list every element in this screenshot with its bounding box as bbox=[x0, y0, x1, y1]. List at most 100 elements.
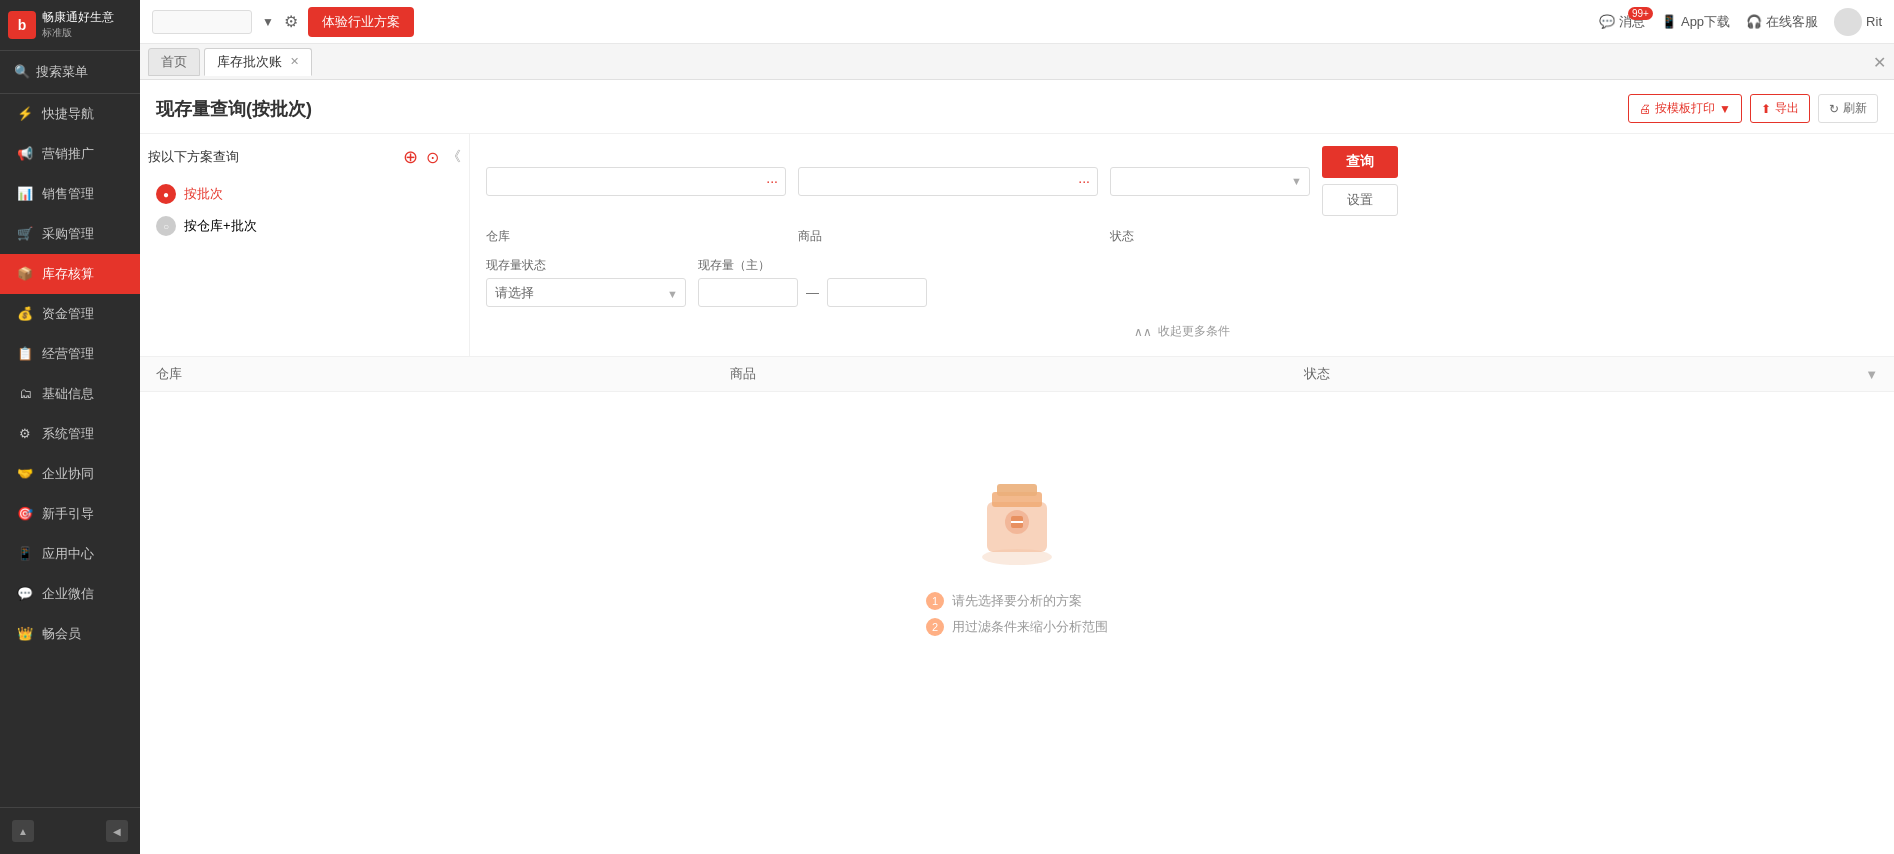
sidebar-item-finance[interactable]: 💰 资金管理 bbox=[0, 294, 140, 334]
filter-scheme-actions: ⊕ ⊙ 《 bbox=[403, 146, 461, 168]
sidebar: b 畅康通好生意 标准版 🔍 搜索菜单 ⚡ 快捷导航 📢 营销推广 bbox=[0, 0, 140, 854]
sidebar-item-operations[interactable]: 📋 经营管理 bbox=[0, 334, 140, 374]
topbar-dropdown-icon[interactable]: ▼ bbox=[262, 15, 274, 29]
refresh-label: 刷新 bbox=[1843, 100, 1867, 117]
sidebar-item-label: 系统管理 bbox=[42, 425, 94, 443]
app-download-button[interactable]: 📱 App下载 bbox=[1661, 13, 1730, 31]
print-icon: 🖨 bbox=[1639, 102, 1651, 116]
company-info: 畅康通好生意 标准版 bbox=[42, 10, 114, 40]
warehouse-label-row: 仓库 bbox=[486, 228, 786, 249]
filter-scheme-header: 按以下方案查询 ⊕ ⊙ 《 bbox=[148, 146, 461, 168]
sidebar-item-marketing[interactable]: 📢 营销推广 bbox=[0, 134, 140, 174]
product-input[interactable] bbox=[798, 167, 1098, 196]
sidebar-footer: ▲ ◀ bbox=[0, 807, 140, 854]
app-logo: b bbox=[8, 11, 36, 39]
scroll-down-button[interactable]: ◀ bbox=[106, 820, 128, 842]
sales-icon: 📊 bbox=[16, 185, 34, 203]
sidebar-item-label: 库存核算 bbox=[42, 265, 94, 283]
sidebar-item-sales[interactable]: 📊 销售管理 bbox=[0, 174, 140, 214]
warehouse-input[interactable] bbox=[486, 167, 786, 196]
product-search-icon[interactable]: ··· bbox=[1078, 173, 1090, 189]
sidebar-item-quick-nav[interactable]: ⚡ 快捷导航 bbox=[0, 94, 140, 134]
finance-icon: 💰 bbox=[16, 305, 34, 323]
sidebar-item-apps[interactable]: 📱 应用中心 bbox=[0, 534, 140, 574]
sidebar-item-label: 采购管理 bbox=[42, 225, 94, 243]
tab-inventory-batch-label: 库存批次账 bbox=[217, 53, 282, 71]
message-badge: 99+ bbox=[1628, 7, 1653, 20]
tabs-bar: 首页 库存批次账 ✕ ✕ bbox=[140, 44, 1894, 80]
system-icon: ⚙ bbox=[16, 425, 34, 443]
stock-status-select[interactable]: 请选择 bbox=[486, 278, 686, 307]
sidebar-item-purchase[interactable]: 🛒 采购管理 bbox=[0, 214, 140, 254]
message-button[interactable]: 💬 消息 99+ bbox=[1599, 13, 1645, 31]
scheme-collapse-icon[interactable]: 《 bbox=[447, 148, 461, 166]
stock-qty-from-input[interactable] bbox=[698, 278, 798, 307]
sidebar-item-label: 企业协同 bbox=[42, 465, 94, 483]
tab-home[interactable]: 首页 bbox=[148, 48, 200, 76]
warehouse-field: ··· bbox=[486, 167, 786, 196]
brand-search-input[interactable] bbox=[152, 10, 252, 34]
filter-area: 按以下方案查询 ⊕ ⊙ 《 ● 按批次 ○ 按仓库+批次 bbox=[140, 134, 1894, 356]
filter-scheme-panel: 按以下方案查询 ⊕ ⊙ 《 ● 按批次 ○ 按仓库+批次 bbox=[140, 134, 470, 356]
topbar-settings-icon[interactable]: ⚙ bbox=[284, 12, 298, 31]
export-label: 导出 bbox=[1775, 100, 1799, 117]
print-dropdown-icon[interactable]: ▼ bbox=[1719, 102, 1731, 116]
inventory-icon: 📦 bbox=[16, 265, 34, 283]
scheme-item-by-batch[interactable]: ● 按批次 bbox=[148, 178, 461, 210]
settings-button[interactable]: 设置 bbox=[1322, 184, 1398, 216]
status-select[interactable] bbox=[1110, 167, 1310, 196]
add-scheme-icon[interactable]: ⊕ bbox=[403, 146, 418, 168]
stock-status-field: 现存量状态 请选择 ▼ bbox=[486, 257, 686, 307]
collapse-up-icon: ∧∧ bbox=[1134, 325, 1152, 339]
online-service-label: 在线客服 bbox=[1766, 13, 1818, 31]
sidebar-item-guide[interactable]: 🎯 新手引导 bbox=[0, 494, 140, 534]
page-header: 现存量查询(按批次) 🖨 按模板打印 ▼ ⬆ 导出 ↻ 刷新 bbox=[140, 80, 1894, 134]
export-button[interactable]: ⬆ 导出 bbox=[1750, 94, 1810, 123]
tab-inventory-batch[interactable]: 库存批次账 ✕ bbox=[204, 48, 312, 76]
filter-actions: 查询 设置 bbox=[1322, 146, 1398, 216]
col-status-dropdown[interactable]: ▼ bbox=[1865, 367, 1878, 382]
sidebar-item-member[interactable]: 👑 畅会员 bbox=[0, 614, 140, 654]
filter-fields-panel: ··· ··· bbox=[470, 134, 1894, 356]
empty-tips: 1 请先选择要分析的方案 2 用过滤条件来缩小分析范围 bbox=[926, 592, 1108, 636]
trial-industry-button[interactable]: 体验行业方案 bbox=[308, 7, 414, 37]
product-field: ··· bbox=[798, 167, 1098, 196]
sidebar-item-basic[interactable]: 🗂 基础信息 bbox=[0, 374, 140, 414]
filter-row-labels: 仓库 商品 状态 bbox=[486, 228, 1878, 249]
sidebar-item-label: 企业微信 bbox=[42, 585, 94, 603]
scheme-by-warehouse-batch-label: 按仓库+批次 bbox=[184, 217, 257, 235]
filter-scheme-title: 按以下方案查询 bbox=[148, 148, 239, 166]
export-icon: ⬆ bbox=[1761, 102, 1771, 116]
main-area: ▼ ⚙ 体验行业方案 💬 消息 99+ 📱 App下载 🎧 在线客服 bbox=[140, 0, 1894, 854]
scheme-settings-icon[interactable]: ⊙ bbox=[426, 148, 439, 167]
member-icon: 👑 bbox=[16, 625, 34, 643]
filter-collapse-label: 收起更多条件 bbox=[1158, 323, 1230, 340]
tab-close-all-icon[interactable]: ✕ bbox=[1873, 52, 1886, 71]
filter-collapse-button[interactable]: ∧∧ 收起更多条件 bbox=[486, 319, 1878, 344]
topbar-right: 💬 消息 99+ 📱 App下载 🎧 在线客服 Rit bbox=[1599, 8, 1882, 36]
sidebar-item-system[interactable]: ⚙ 系统管理 bbox=[0, 414, 140, 454]
stock-status-label: 现存量状态 bbox=[486, 257, 686, 274]
apps-icon: 📱 bbox=[16, 545, 34, 563]
scroll-up-button[interactable]: ▲ bbox=[12, 820, 34, 842]
sidebar-item-wechat[interactable]: 💬 企业微信 bbox=[0, 574, 140, 614]
basic-icon: 🗂 bbox=[16, 385, 34, 403]
user-profile-button[interactable]: Rit bbox=[1834, 8, 1882, 36]
page-title: 现存量查询(按批次) bbox=[156, 97, 312, 121]
template-print-button[interactable]: 🖨 按模板打印 ▼ bbox=[1628, 94, 1742, 123]
sidebar-item-label: 销售管理 bbox=[42, 185, 94, 203]
tab-close-icon[interactable]: ✕ bbox=[290, 55, 299, 68]
online-service-button[interactable]: 🎧 在线客服 bbox=[1746, 13, 1818, 31]
query-button[interactable]: 查询 bbox=[1322, 146, 1398, 178]
stock-qty-to-input[interactable] bbox=[827, 278, 927, 307]
sidebar-item-enterprise[interactable]: 🤝 企业协同 bbox=[0, 454, 140, 494]
scheme-item-by-warehouse-batch[interactable]: ○ 按仓库+批次 bbox=[148, 210, 461, 242]
empty-illustration bbox=[967, 472, 1067, 572]
search-menu-button[interactable]: 🔍 搜索菜单 bbox=[8, 59, 132, 85]
refresh-button[interactable]: ↻ 刷新 bbox=[1818, 94, 1878, 123]
filter-row-2: 现存量状态 请选择 ▼ 现存量（主） bbox=[486, 257, 1878, 307]
warehouse-search-icon[interactable]: ··· bbox=[766, 173, 778, 189]
sidebar-item-inventory[interactable]: 📦 库存核算 bbox=[0, 254, 140, 294]
page-content: 现存量查询(按批次) 🖨 按模板打印 ▼ ⬆ 导出 ↻ 刷新 bbox=[140, 80, 1894, 854]
tip-num-1: 1 bbox=[926, 592, 944, 610]
